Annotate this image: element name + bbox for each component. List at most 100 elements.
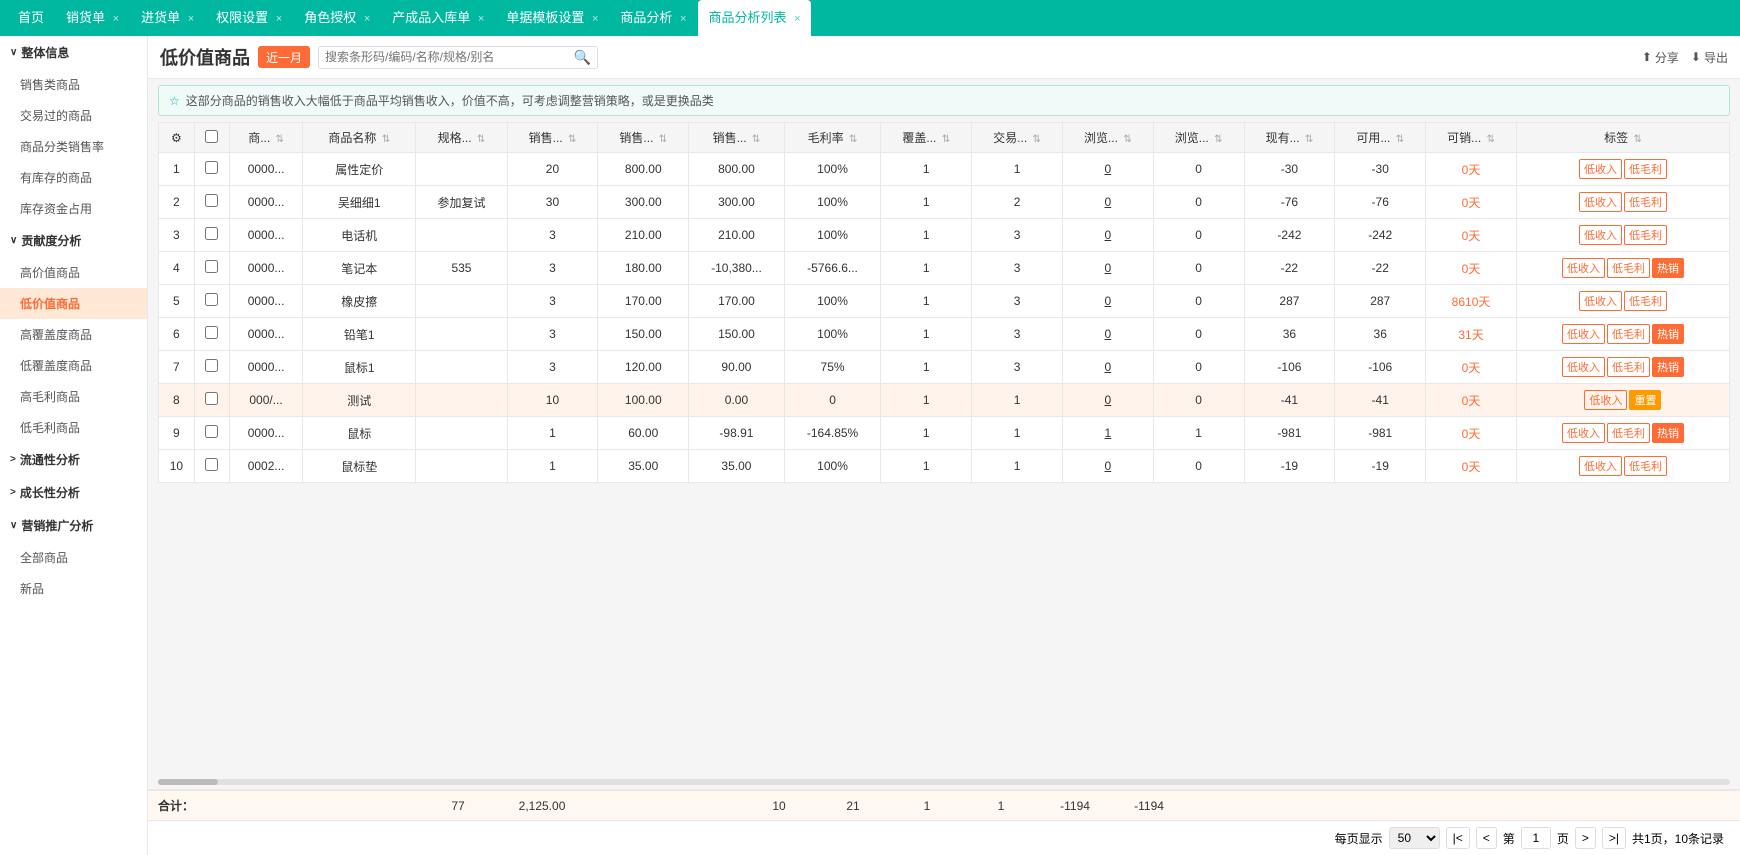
nav-template[interactable]: 单据模板设置 × <box>496 0 608 36</box>
col-saleable[interactable]: 可销... ⇅ <box>1426 123 1517 153</box>
view1-link[interactable]: 0 <box>1104 261 1111 275</box>
sidebar-item-capital[interactable]: 库存资金占用 <box>0 193 147 224</box>
row-checkbox[interactable] <box>205 458 218 471</box>
horizontal-scrollbar[interactable] <box>158 779 1730 785</box>
chevron-down-icon: ∨ <box>10 520 17 531</box>
nav-product-analysis[interactable]: 商品分析 × <box>610 0 696 36</box>
product-tag: 低收入 <box>1579 291 1622 311</box>
col-sale-qty[interactable]: 销售... ⇅ <box>507 123 598 153</box>
tags-cell: 低收入低毛利热销 <box>1516 417 1729 450</box>
next-page-button[interactable]: > <box>1575 827 1596 849</box>
sidebar-item-high-coverage[interactable]: 高覆盖度商品 <box>0 319 147 350</box>
sidebar-item-category-rate[interactable]: 商品分类销售率 <box>0 131 147 162</box>
nav-home[interactable]: 首页 <box>8 0 54 36</box>
nav-product-analysis-list[interactable]: 商品分析列表 × <box>698 0 810 36</box>
nav-permissions[interactable]: 权限设置 × <box>206 0 292 36</box>
col-view2[interactable]: 浏览... ⇅ <box>1153 123 1244 153</box>
notice-bar: ☆ 这部分商品的销售收入大幅低于商品平均销售收入，价值不高，可考虑调整营销策略，… <box>158 85 1730 116</box>
sidebar-item-low-value[interactable]: 低价值商品 <box>0 288 147 319</box>
row-checkbox[interactable] <box>205 161 218 174</box>
view1-link[interactable]: 0 <box>1104 327 1111 341</box>
product-tag: 热销 <box>1652 258 1684 278</box>
first-page-button[interactable]: |< <box>1446 827 1470 849</box>
col-tags[interactable]: 标签 ⇅ <box>1516 123 1729 153</box>
view1-link[interactable]: 0 <box>1104 294 1111 308</box>
row-checkbox[interactable] <box>205 359 218 372</box>
search-icon[interactable]: 🔍 <box>574 49 591 66</box>
col-settings[interactable]: ⚙ <box>159 123 195 153</box>
view1-link[interactable]: 0 <box>1104 459 1111 473</box>
close-icon[interactable]: × <box>478 13 484 25</box>
table-wrapper[interactable]: ⚙ 商... ⇅ 商品名称 ⇅ 规格... ⇅ 销售... ⇅ 销售... ⇅ … <box>158 122 1730 779</box>
row-checkbox[interactable] <box>205 260 218 273</box>
row-checkbox[interactable] <box>205 227 218 240</box>
col-view1[interactable]: 浏览... ⇅ <box>1062 123 1153 153</box>
sidebar-group-growth[interactable]: > 成长性分析 <box>0 476 147 509</box>
row-checkbox[interactable] <box>205 425 218 438</box>
sidebar-item-new-products[interactable]: 新品 <box>0 573 147 604</box>
col-checkbox[interactable] <box>194 123 229 153</box>
prev-page-button[interactable]: < <box>1476 827 1497 849</box>
filter-recent-month-button[interactable]: 近一月 <box>258 46 310 68</box>
col-trade[interactable]: 交易... ⇅ <box>972 123 1063 153</box>
page-number-input[interactable] <box>1521 827 1551 849</box>
col-coverage[interactable]: 覆盖... ⇅ <box>881 123 972 153</box>
close-icon[interactable]: × <box>276 13 282 25</box>
table-row: 8000/...测试10100.000.0001100-41-410天低收入重置 <box>159 384 1730 417</box>
sidebar-item-low-margin[interactable]: 低毛利商品 <box>0 412 147 443</box>
sidebar-item-stock-products[interactable]: 有库存的商品 <box>0 162 147 193</box>
sidebar-group-circulation[interactable]: > 流通性分析 <box>0 443 147 476</box>
view1-link[interactable]: 1 <box>1104 426 1111 440</box>
search-input[interactable] <box>325 50 574 64</box>
col-spec[interactable]: 规格... ⇅ <box>416 123 507 153</box>
sidebar-item-sales-products[interactable]: 销售类商品 <box>0 69 147 100</box>
chevron-right-icon: > <box>10 454 16 465</box>
view1-link[interactable]: 0 <box>1104 360 1111 374</box>
col-sale-profit[interactable]: 销售... ⇅ <box>689 123 785 153</box>
share-button[interactable]: ⬆ 分享 <box>1642 49 1679 66</box>
close-icon[interactable]: × <box>113 13 119 25</box>
product-tag: 低收入 <box>1579 192 1622 212</box>
close-icon[interactable]: × <box>794 13 800 25</box>
row-checkbox[interactable] <box>205 293 218 306</box>
table-row: 100002...鼠标垫135.0035.00100%1100-19-190天低… <box>159 450 1730 483</box>
close-icon[interactable]: × <box>680 13 686 25</box>
page-size-select[interactable]: 50 100 200 <box>1389 827 1440 849</box>
col-code[interactable]: 商... ⇅ <box>229 123 302 153</box>
select-all-checkbox[interactable] <box>205 130 218 143</box>
view1-link[interactable]: 0 <box>1104 195 1111 209</box>
sidebar-item-high-margin[interactable]: 高毛利商品 <box>0 381 147 412</box>
table-header-row: ⚙ 商... ⇅ 商品名称 ⇅ 规格... ⇅ 销售... ⇅ 销售... ⇅ … <box>159 123 1730 153</box>
nav-purchase[interactable]: 进货单 × <box>131 0 204 36</box>
view1-link[interactable]: 0 <box>1104 393 1111 407</box>
export-button[interactable]: ⬇ 导出 <box>1691 49 1728 66</box>
col-name[interactable]: 商品名称 ⇅ <box>303 123 416 153</box>
sidebar-item-traded-products[interactable]: 交易过的商品 <box>0 100 147 131</box>
sidebar-group-marketing[interactable]: ∨ 营销推广分析 <box>0 509 147 542</box>
col-current[interactable]: 现有... ⇅ <box>1244 123 1335 153</box>
sidebar-group-contribution[interactable]: ∨ 贡献度分析 <box>0 224 147 257</box>
row-checkbox[interactable] <box>205 392 218 405</box>
sidebar-item-all-products[interactable]: 全部商品 <box>0 542 147 573</box>
sidebar-item-low-coverage[interactable]: 低覆盖度商品 <box>0 350 147 381</box>
nav-products-in[interactable]: 产成品入库单 × <box>382 0 494 36</box>
col-available[interactable]: 可用... ⇅ <box>1335 123 1426 153</box>
row-checkbox[interactable] <box>205 194 218 207</box>
row-checkbox[interactable] <box>205 326 218 339</box>
close-icon[interactable]: × <box>592 13 598 25</box>
content-header: 低价值商品 近一月 🔍 ⬆ 分享 ⬇ 导出 <box>148 36 1740 79</box>
last-page-button[interactable]: >| <box>1602 827 1626 849</box>
sidebar-group-overall[interactable]: ∨ 整体信息 <box>0 36 147 69</box>
table-footer: 合计： 77 2,125.00 10 21 1 1 -1194 -1194 <box>148 789 1740 820</box>
view1-link[interactable]: 0 <box>1104 228 1111 242</box>
col-sale-amount[interactable]: 销售... ⇅ <box>598 123 689 153</box>
sidebar-item-high-value[interactable]: 高价值商品 <box>0 257 147 288</box>
col-gross-rate[interactable]: 毛利率 ⇅ <box>784 123 881 153</box>
scrollbar-thumb[interactable] <box>158 779 218 785</box>
nav-roles[interactable]: 角色授权 × <box>294 0 380 36</box>
sidebar-group-circulation-label: 流通性分析 <box>20 451 80 468</box>
view1-link[interactable]: 0 <box>1104 162 1111 176</box>
nav-sales[interactable]: 销货单 × <box>56 0 129 36</box>
close-icon[interactable]: × <box>364 13 370 25</box>
close-icon[interactable]: × <box>188 13 194 25</box>
